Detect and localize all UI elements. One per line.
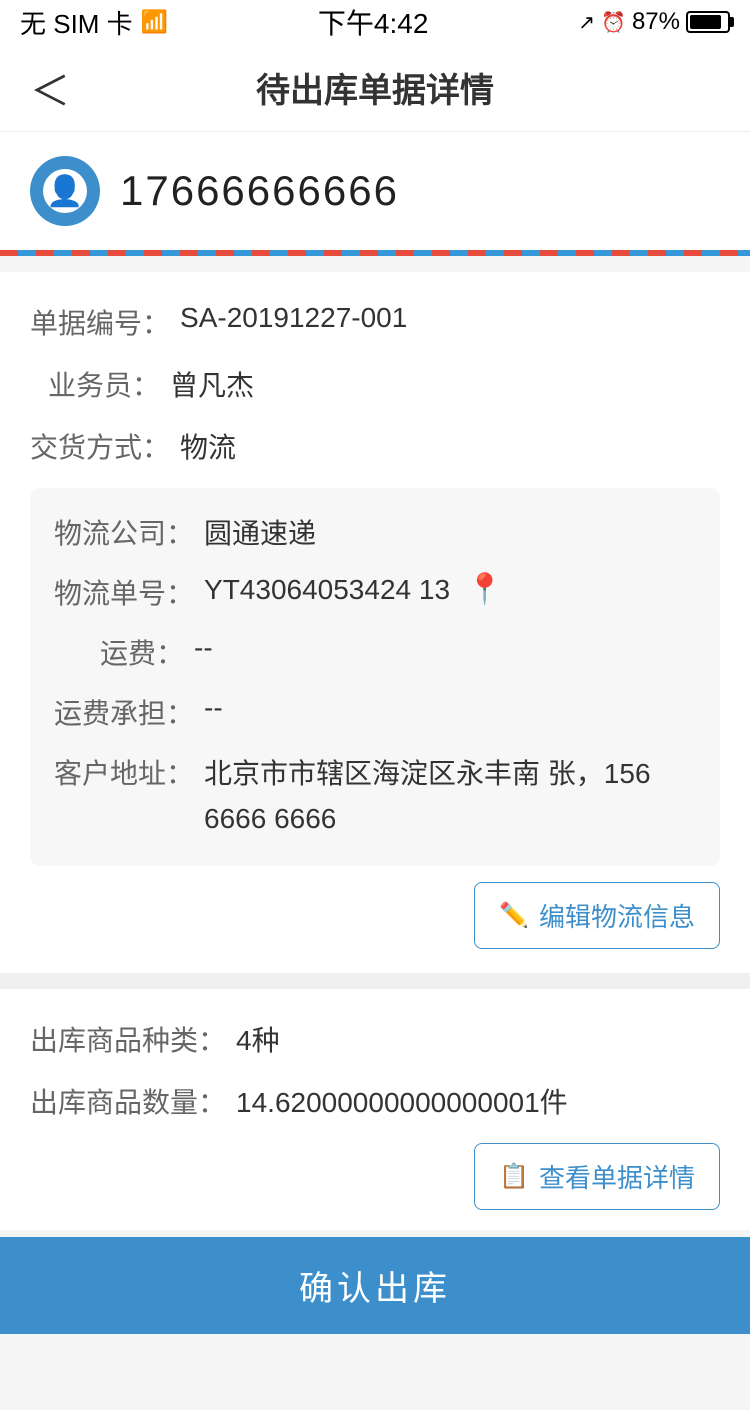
freight-bearer-label: 运费承担：	[54, 692, 194, 732]
address-row: 客户地址： 北京市市辖区海淀区永丰南 张，156 6666 6666	[54, 752, 696, 842]
salesman-label: 业务员：	[30, 364, 160, 404]
dashed-divider	[0, 250, 750, 256]
goods-quantity-value: 14.62000000000000001件	[236, 1081, 720, 1121]
document-number-value: SA-20191227-001	[180, 302, 720, 334]
status-left: 无 SIM 卡 📶	[20, 4, 168, 41]
delivery-label: 交货方式：	[30, 426, 170, 466]
logistics-company-label: 物流公司：	[54, 512, 194, 552]
view-details-label: 查看单据详情	[539, 1158, 695, 1195]
logistics-card: 物流公司： 圆通速递 物流单号： YT43064053424 13 📍 运费： …	[30, 488, 720, 866]
edit-logistics-button[interactable]: ✏️ 编辑物流信息	[474, 882, 720, 949]
carrier-label: 无 SIM 卡	[20, 4, 133, 41]
logistics-tracking-value: YT43064053424 13 📍	[204, 572, 503, 607]
freight-bearer-row: 运费承担： --	[54, 692, 696, 732]
freight-value: --	[194, 632, 696, 664]
list-icon: 📋	[499, 1162, 529, 1191]
battery-percent: 87%	[632, 8, 680, 36]
view-details-btn-container: 📋 查看单据详情	[30, 1143, 720, 1210]
edit-logistics-label: 编辑物流信息	[539, 897, 695, 934]
confirm-outbound-button[interactable]: 确认出库	[299, 1261, 451, 1310]
freight-label: 运费：	[54, 632, 184, 672]
logistics-tracking-row: 物流单号： YT43064053424 13 📍	[54, 572, 696, 612]
document-info-section: 单据编号： SA-20191227-001 业务员： 曾凡杰 交货方式： 物流 …	[0, 272, 750, 973]
battery-fill	[690, 15, 721, 29]
time-label: 下午4:42	[318, 2, 429, 42]
document-number-label: 单据编号：	[30, 302, 170, 342]
delivery-row: 交货方式： 物流	[30, 426, 720, 466]
wifi-icon: 📶	[141, 9, 168, 35]
freight-row: 运费： --	[54, 632, 696, 672]
edit-logistics-btn-container: ✏️ 编辑物流信息	[30, 882, 720, 949]
delivery-value: 物流	[180, 426, 720, 466]
location-status-icon: ↗	[578, 10, 595, 35]
view-details-button[interactable]: 📋 查看单据详情	[474, 1143, 720, 1210]
nav-bar: ＜ 待出库单据详情	[0, 44, 750, 132]
alarm-icon: ⏰	[601, 10, 626, 35]
salesman-row: 业务员： 曾凡杰	[30, 364, 720, 404]
logistics-company-value: 圆通速递	[204, 512, 696, 552]
map-pin-icon[interactable]: 📍	[466, 572, 503, 607]
goods-types-value: 4种	[236, 1019, 720, 1059]
document-number-row: 单据编号： SA-20191227-001	[30, 302, 720, 342]
goods-quantity-label: 出库商品数量：	[30, 1081, 226, 1121]
status-right: ↗ ⏰ 87%	[578, 8, 730, 36]
salesman-value: 曾凡杰	[170, 364, 720, 404]
battery-indicator	[686, 11, 730, 33]
avatar: 👤	[30, 156, 100, 226]
person-icon: 👤	[46, 174, 83, 209]
avatar-inner: 👤	[43, 169, 87, 213]
page-title: 待出库单据详情	[256, 63, 494, 112]
logistics-tracking-label: 物流单号：	[54, 572, 194, 612]
confirm-btn-container: 确认出库	[0, 1237, 750, 1334]
user-phone: 17666666666	[120, 167, 399, 215]
user-header: 👤 17666666666	[0, 132, 750, 250]
edit-icon: ✏️	[499, 901, 529, 930]
freight-bearer-value: --	[204, 692, 696, 724]
address-value: 北京市市辖区海淀区永丰南 张，156 6666 6666	[204, 752, 696, 842]
status-bar: 无 SIM 卡 📶 下午4:42 ↗ ⏰ 87%	[0, 0, 750, 44]
goods-section: 出库商品种类： 4种 出库商品数量： 14.62000000000000001件…	[0, 989, 750, 1230]
goods-types-row: 出库商品种类： 4种	[30, 1019, 720, 1059]
goods-quantity-row: 出库商品数量： 14.62000000000000001件	[30, 1081, 720, 1121]
section-divider	[0, 973, 750, 989]
tracking-number: YT43064053424 13	[204, 574, 450, 606]
goods-types-label: 出库商品种类：	[30, 1019, 226, 1059]
back-button[interactable]: ＜	[30, 59, 70, 117]
logistics-company-row: 物流公司： 圆通速递	[54, 512, 696, 552]
address-label: 客户地址：	[54, 752, 194, 792]
